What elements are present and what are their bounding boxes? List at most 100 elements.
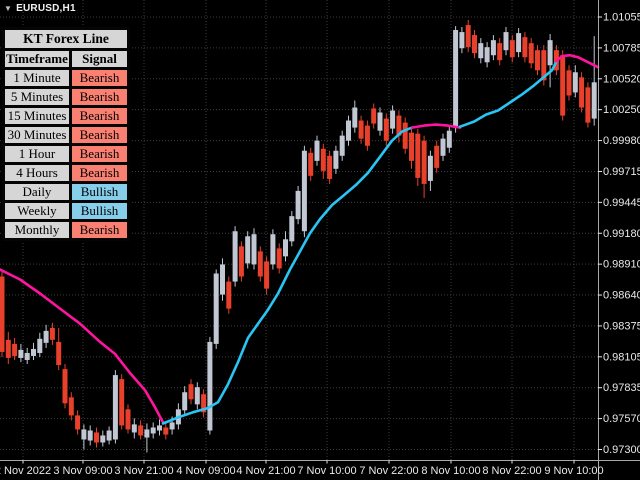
bear-candle	[62, 369, 68, 404]
bear-candle	[0, 276, 5, 352]
bull-candle	[453, 30, 459, 128]
signal-cell: Bearish	[72, 165, 128, 181]
bull-candle	[144, 429, 150, 438]
bull-candle	[245, 236, 251, 264]
bull-candle	[87, 430, 93, 441]
bear-candle	[238, 246, 244, 277]
bear-candle	[535, 50, 540, 71]
bear-candle	[12, 343, 18, 356]
bull-candle	[591, 82, 597, 119]
bull-candle	[572, 72, 578, 93]
bear-candle	[308, 152, 314, 176]
x-axis-label: 7 Nov 10:00	[297, 465, 356, 477]
bull-candle	[251, 234, 257, 265]
signal-column-header: Signal	[72, 51, 128, 67]
kt-forex-line-panel: KT Forex Line Timeframe Signal 1 Minute B…	[2, 27, 131, 241]
bear-candle	[75, 415, 81, 430]
bear-candle	[560, 55, 566, 116]
bull-candle	[169, 422, 175, 430]
bear-candle	[125, 409, 131, 430]
bear-candle	[327, 155, 333, 179]
bull-candle	[31, 348, 36, 356]
bull-candle	[150, 427, 156, 434]
panel-row: 1 Minute Bearish	[5, 70, 128, 86]
signal-cell: Bearish	[72, 108, 128, 124]
bull-candle	[295, 190, 301, 220]
bull-candle	[207, 341, 213, 431]
y-axis-label: 1.00785	[603, 42, 640, 54]
bull-candle	[157, 425, 162, 431]
bear-candle	[56, 341, 62, 366]
bear-candle	[257, 251, 263, 277]
y-axis-label: 0.98105	[603, 351, 640, 363]
chart-dropdown-icon[interactable]: ▼	[4, 4, 12, 13]
bear-candle	[434, 145, 440, 168]
bear-candle	[497, 43, 503, 61]
bull-candle	[131, 424, 137, 433]
panel-row: 4 Hours Bearish	[5, 165, 128, 181]
bull-candle	[112, 375, 118, 440]
bear-candle	[383, 118, 389, 141]
signal-cell: Bearish	[72, 146, 128, 162]
x-axis-label: 8 Nov 10:00	[421, 465, 480, 477]
y-axis-label: 0.97570	[603, 413, 640, 425]
bull-candle	[100, 435, 106, 443]
panel-row: 5 Minutes Bearish	[5, 89, 128, 105]
bull-candle	[213, 273, 219, 344]
signal-cell: Bearish	[72, 222, 128, 238]
bear-candle	[585, 87, 591, 123]
panel-row: Daily Bullish	[5, 184, 128, 200]
bull-candle	[459, 32, 465, 49]
bear-candle	[402, 122, 408, 149]
signal-cell: Bullish	[72, 203, 128, 219]
panel-row: Monthly Bearish	[5, 222, 128, 238]
timeframe-cell: Weekly	[5, 203, 69, 219]
x-axis-label: 7 Nov 22:00	[359, 465, 418, 477]
bull-candle	[440, 138, 446, 156]
x-axis-label: 3 Nov 09:00	[53, 465, 112, 477]
bull-candle	[232, 231, 238, 282]
signal-cell: Bearish	[72, 70, 128, 86]
bull-candle	[289, 216, 295, 242]
signal-cell: Bearish	[72, 127, 128, 143]
timeframe-cell: 1 Minute	[5, 70, 69, 86]
x-axis-label: 2 Nov 2022	[0, 465, 51, 477]
panel-row: 1 Hour Bearish	[5, 146, 128, 162]
bear-candle	[276, 248, 282, 269]
signal-cell: Bullish	[72, 184, 128, 200]
timeframe-cell: 1 Hour	[5, 146, 69, 162]
bull-candle	[182, 392, 188, 411]
bull-candle	[352, 107, 358, 128]
panel-header-row: Timeframe Signal	[5, 51, 128, 67]
y-axis-label: 0.98910	[603, 259, 640, 271]
bull-candle	[377, 112, 383, 131]
bull-candle	[220, 264, 225, 295]
y-axis-label: 0.99180	[603, 228, 640, 240]
bear-candle	[264, 261, 270, 289]
panel-row: 30 Minutes Bearish	[5, 127, 128, 143]
bull-candle	[427, 155, 433, 181]
bear-candle	[49, 327, 55, 340]
y-axis-label: 0.99980	[603, 135, 640, 147]
bull-candle	[24, 352, 30, 361]
symbol-timeframe-label: EURUSD,H1	[16, 3, 76, 14]
x-axis-label: 8 Nov 22:00	[482, 465, 541, 477]
bear-candle	[371, 108, 377, 124]
bull-candle	[283, 239, 288, 257]
y-axis-label: 0.98375	[603, 320, 640, 332]
bear-candle	[226, 281, 232, 309]
bull-candle	[81, 429, 87, 440]
timeframe-cell: 5 Minutes	[5, 89, 69, 105]
bear-candle	[119, 379, 125, 426]
y-axis-label: 0.99445	[603, 197, 640, 209]
bull-candle	[37, 338, 43, 353]
bull-candle	[43, 330, 49, 343]
y-axis-label: 1.00520	[603, 73, 640, 85]
bull-candle	[516, 33, 522, 53]
bull-candle	[446, 130, 452, 148]
bull-candle	[314, 140, 320, 161]
bear-candle	[566, 70, 572, 96]
bear-candle	[528, 43, 534, 64]
bull-candle	[547, 40, 553, 66]
bear-candle	[472, 35, 477, 54]
